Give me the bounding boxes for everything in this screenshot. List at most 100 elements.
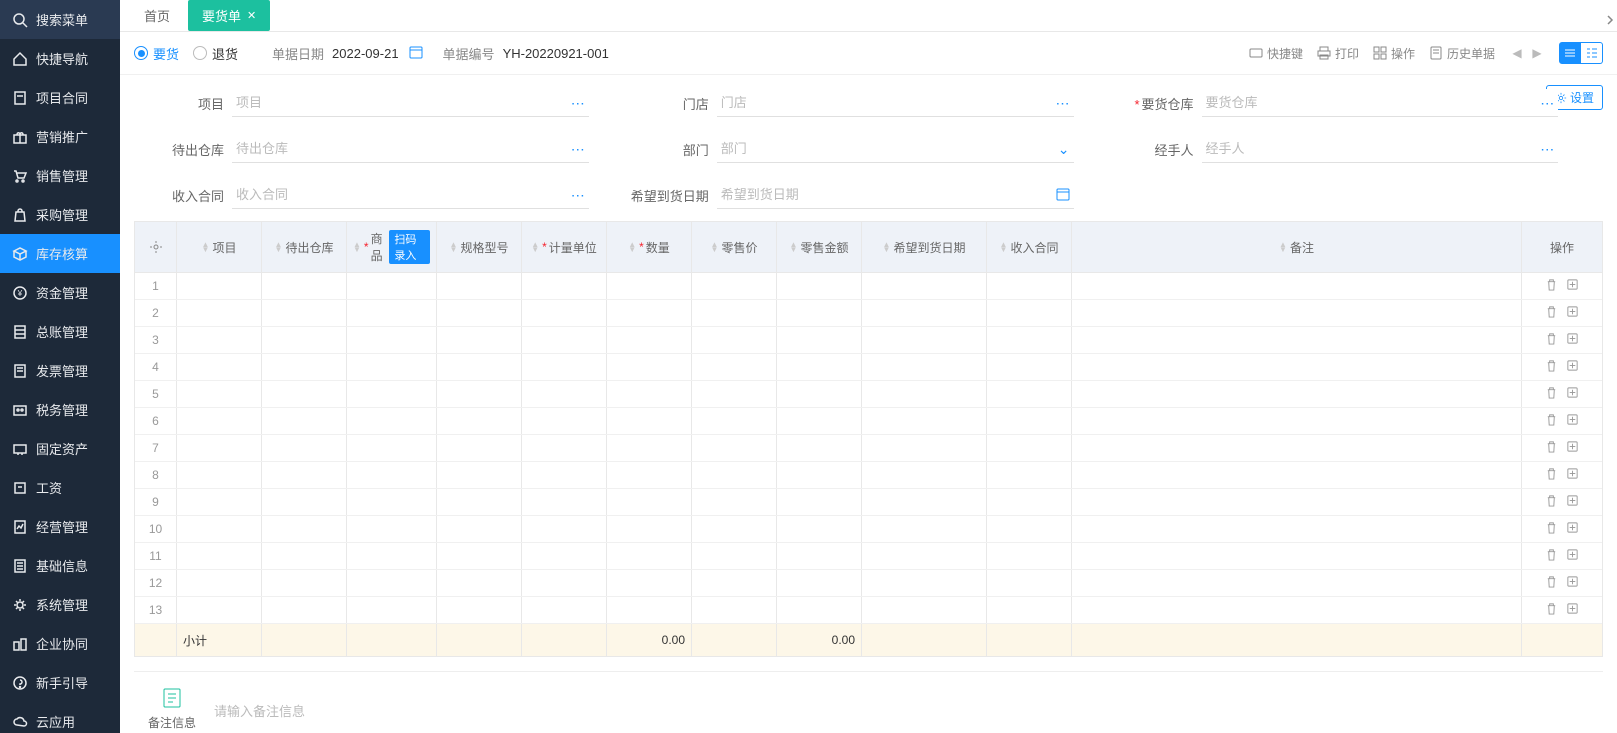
cell-expect-date[interactable]: [862, 381, 987, 407]
cell-amount[interactable]: [777, 516, 862, 542]
delete-row-icon[interactable]: [1545, 305, 1558, 321]
cell-project[interactable]: [177, 435, 262, 461]
cell-out-wh[interactable]: [262, 462, 347, 488]
cell-out-wh[interactable]: [262, 354, 347, 380]
cell-spec[interactable]: [437, 300, 522, 326]
cell-amount[interactable]: [777, 597, 862, 623]
cell-unit[interactable]: [522, 435, 607, 461]
add-row-icon[interactable]: [1566, 332, 1579, 348]
cell-remark[interactable]: [1072, 381, 1522, 407]
table-row[interactable]: 8: [135, 462, 1602, 489]
cell-expect-date[interactable]: [862, 462, 987, 488]
th-spec[interactable]: ▲▼规格型号: [437, 222, 522, 272]
add-row-icon[interactable]: [1566, 413, 1579, 429]
cell-out-wh[interactable]: [262, 300, 347, 326]
cell-qty[interactable]: [607, 300, 692, 326]
add-row-icon[interactable]: [1566, 359, 1579, 375]
th-product[interactable]: ▲▼*商品扫码录入: [347, 222, 437, 272]
cell-contract[interactable]: [987, 435, 1072, 461]
cell-spec[interactable]: [437, 327, 522, 353]
cell-project[interactable]: [177, 516, 262, 542]
table-row[interactable]: 5: [135, 381, 1602, 408]
handler-input[interactable]: [1202, 135, 1559, 163]
cell-amount[interactable]: [777, 327, 862, 353]
sidebar-item-guide[interactable]: 新手引导: [0, 663, 120, 702]
sidebar-item-box[interactable]: 库存核算: [0, 234, 120, 273]
cell-qty[interactable]: [607, 462, 692, 488]
cell-remark[interactable]: [1072, 273, 1522, 299]
cell-expect-date[interactable]: [862, 327, 987, 353]
cell-contract[interactable]: [987, 489, 1072, 515]
sidebar-item-search[interactable]: 搜索菜单: [0, 0, 120, 39]
view-detail[interactable]: [1581, 42, 1603, 64]
table-row[interactable]: 9: [135, 489, 1602, 516]
cell-qty[interactable]: [607, 381, 692, 407]
cell-product[interactable]: [347, 435, 437, 461]
cell-product[interactable]: [347, 570, 437, 596]
cell-amount[interactable]: [777, 489, 862, 515]
cell-spec[interactable]: [437, 273, 522, 299]
sidebar-item-gift[interactable]: 营销推广: [0, 117, 120, 156]
cell-expect-date[interactable]: [862, 516, 987, 542]
cell-unit[interactable]: [522, 300, 607, 326]
cell-product[interactable]: [347, 354, 437, 380]
cell-remark[interactable]: [1072, 570, 1522, 596]
cell-expect-date[interactable]: [862, 597, 987, 623]
calendar-icon[interactable]: [1056, 187, 1070, 204]
sidebar-item-tax[interactable]: 税务管理: [0, 390, 120, 429]
cell-remark[interactable]: [1072, 408, 1522, 434]
cell-contract[interactable]: [987, 381, 1072, 407]
sidebar-item-biz[interactable]: 经营管理: [0, 507, 120, 546]
cell-out-wh[interactable]: [262, 273, 347, 299]
cell-contract[interactable]: [987, 543, 1072, 569]
print-button[interactable]: 打印: [1317, 45, 1359, 62]
cell-out-wh[interactable]: [262, 381, 347, 407]
cell-out-wh[interactable]: [262, 327, 347, 353]
delete-row-icon[interactable]: [1545, 413, 1558, 429]
table-row[interactable]: 1: [135, 273, 1602, 300]
sidebar-item-sys[interactable]: 系统管理: [0, 585, 120, 624]
cell-amount[interactable]: [777, 435, 862, 461]
sidebar-item-money[interactable]: ¥资金管理: [0, 273, 120, 312]
add-row-icon[interactable]: [1566, 521, 1579, 537]
th-price[interactable]: ▲▼零售价: [692, 222, 777, 272]
table-row[interactable]: 12: [135, 570, 1602, 597]
cell-price[interactable]: [692, 273, 777, 299]
cell-price[interactable]: [692, 597, 777, 623]
tab-home[interactable]: 首页: [130, 0, 184, 31]
cell-unit[interactable]: [522, 516, 607, 542]
delete-row-icon[interactable]: [1545, 575, 1558, 591]
cell-product[interactable]: [347, 462, 437, 488]
cell-expect-date[interactable]: [862, 273, 987, 299]
sidebar-item-home[interactable]: 快捷导航: [0, 39, 120, 78]
cell-unit[interactable]: [522, 327, 607, 353]
cell-unit[interactable]: [522, 273, 607, 299]
cell-contract[interactable]: [987, 597, 1072, 623]
cell-qty[interactable]: [607, 435, 692, 461]
th-project[interactable]: ▲▼项目: [177, 222, 262, 272]
cell-qty[interactable]: [607, 543, 692, 569]
cell-contract[interactable]: [987, 570, 1072, 596]
sidebar-item-base[interactable]: 基础信息: [0, 546, 120, 585]
add-row-icon[interactable]: [1566, 467, 1579, 483]
cell-project[interactable]: [177, 570, 262, 596]
cell-price[interactable]: [692, 435, 777, 461]
th-unit[interactable]: ▲▼*计量单位: [522, 222, 607, 272]
sidebar-item-salary[interactable]: 工资: [0, 468, 120, 507]
sidebar-item-doc[interactable]: 项目合同: [0, 78, 120, 117]
tabs-scroll-right[interactable]: [1603, 8, 1617, 32]
th-expect-date[interactable]: ▲▼希望到货日期: [862, 222, 987, 272]
cell-amount[interactable]: [777, 300, 862, 326]
add-row-icon[interactable]: [1566, 602, 1579, 618]
cell-spec[interactable]: [437, 570, 522, 596]
cell-project[interactable]: [177, 408, 262, 434]
cell-qty[interactable]: [607, 597, 692, 623]
remarks-input[interactable]: [214, 686, 1589, 731]
table-row[interactable]: 4: [135, 354, 1602, 381]
operate-button[interactable]: 操作: [1373, 45, 1415, 62]
sidebar-item-cart[interactable]: 销售管理: [0, 156, 120, 195]
cell-unit[interactable]: [522, 543, 607, 569]
cell-spec[interactable]: [437, 597, 522, 623]
cell-contract[interactable]: [987, 327, 1072, 353]
cell-qty[interactable]: [607, 327, 692, 353]
